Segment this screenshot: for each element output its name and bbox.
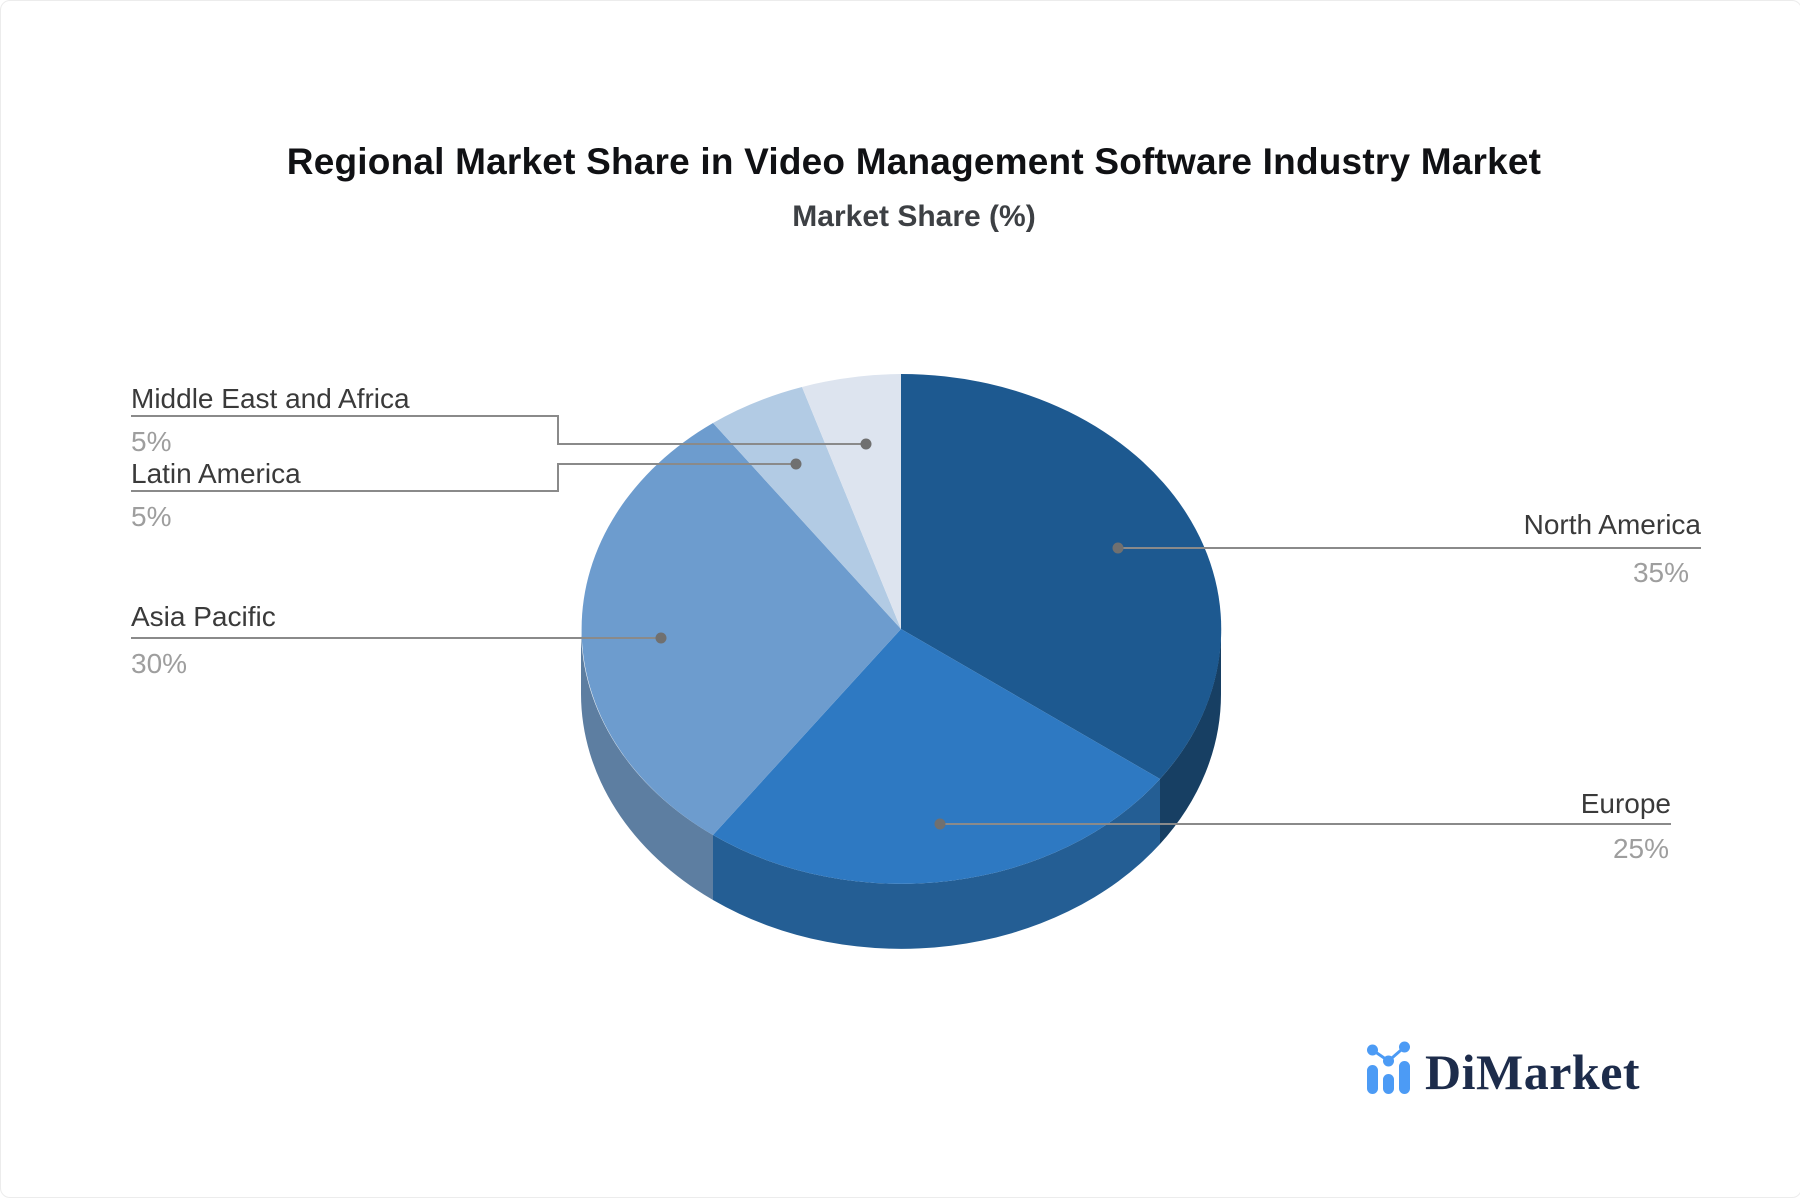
logo: DiMarket	[1361, 1037, 1640, 1099]
pct-latin-america: 5%	[131, 501, 172, 532]
pct-middle-east-and-africa: 5%	[131, 426, 172, 457]
chart-canvas: Regional Market Share in Video Managemen…	[0, 0, 1800, 1198]
label-latin-america: Latin America	[131, 458, 301, 489]
bar-line-chart-icon	[1367, 1041, 1410, 1094]
pct-north-america: 35%	[1632, 557, 1689, 588]
leader-dot-north-america	[1112, 542, 1124, 554]
label-middle-east-and-africa: Middle East and Africa	[131, 383, 410, 414]
pct-asia-pacific: 30%	[131, 648, 188, 679]
leader-dot-middle-east-and-africa	[860, 438, 872, 450]
label-north-america: North America	[1523, 509, 1701, 540]
leader-dot-asia-pacific	[655, 632, 667, 644]
label-europe: Europe	[1580, 788, 1671, 819]
leader-dot-latin-america	[790, 458, 802, 470]
pie-chart	[131, 373, 1701, 949]
label-asia-pacific: Asia Pacific	[131, 601, 276, 632]
logo-text: DiMarket	[1425, 1044, 1641, 1100]
leader-dot-europe	[934, 818, 946, 830]
pct-europe: 25%	[1612, 833, 1669, 864]
